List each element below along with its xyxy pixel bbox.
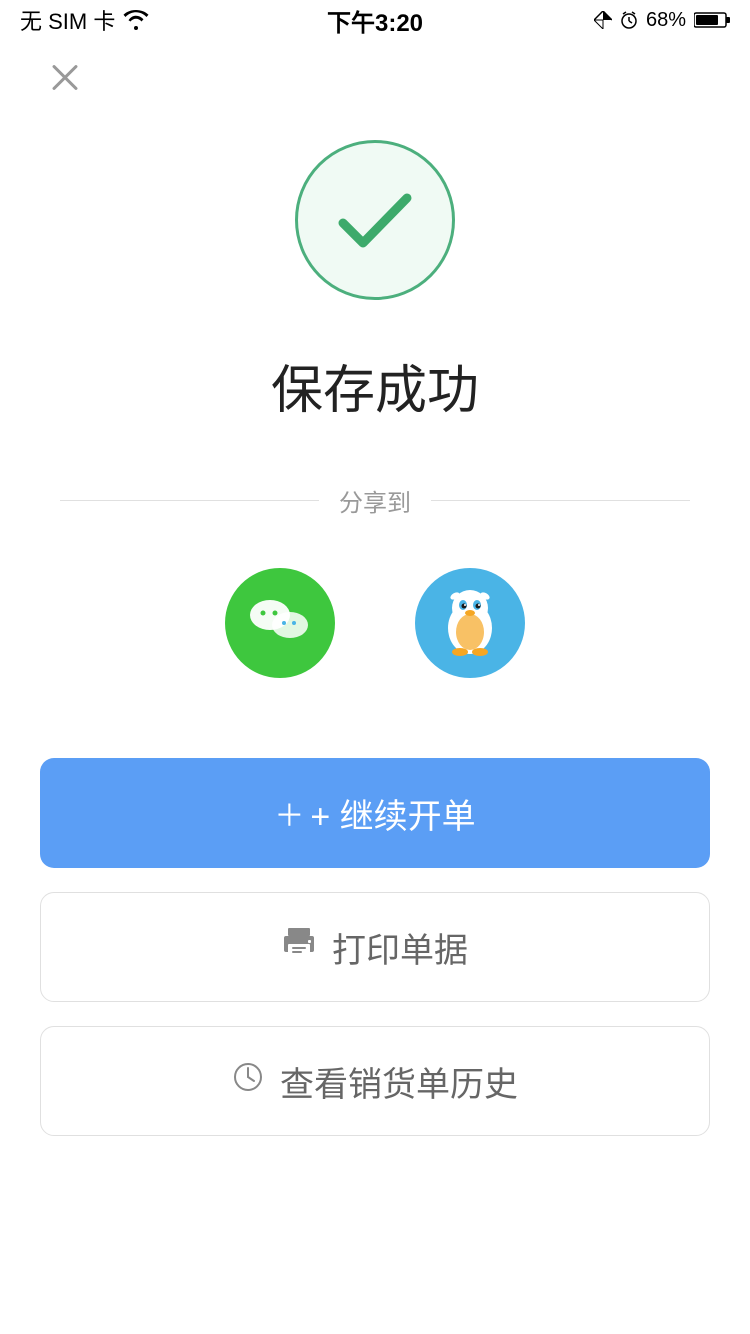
- wechat-share-button[interactable]: [225, 568, 335, 678]
- divider-line-right: [431, 500, 690, 501]
- print-label: 打印单据: [332, 923, 468, 972]
- history-button[interactable]: 查看销货单历史: [40, 1026, 710, 1136]
- status-left: 无 SIM 卡: [20, 4, 149, 36]
- success-circle: [295, 140, 455, 300]
- success-title: 保存成功: [271, 348, 479, 423]
- wechat-icon: [246, 593, 314, 653]
- action-area: ＋ + 继续开单 打印单据: [0, 758, 750, 1136]
- wifi-icon: [123, 10, 149, 30]
- alarm-icon: [620, 11, 638, 29]
- share-row: [225, 568, 525, 678]
- status-time: 下午3:20: [327, 3, 423, 38]
- share-divider: 分享到: [0, 483, 750, 518]
- continue-label: + 继续开单: [310, 789, 475, 838]
- status-bar: 无 SIM 卡 下午3:20 68%: [0, 0, 750, 40]
- divider-line-left: [60, 500, 319, 501]
- plus-icon: ＋: [274, 791, 304, 835]
- clock-icon: [232, 1061, 264, 1102]
- print-button[interactable]: 打印单据: [40, 892, 710, 1002]
- battery-label: 68%: [646, 9, 686, 32]
- close-button[interactable]: [40, 52, 90, 102]
- location-icon: [594, 11, 612, 29]
- share-label: 分享到: [319, 483, 431, 518]
- no-sim-label: 无 SIM 卡: [20, 4, 115, 36]
- qq-share-button[interactable]: [415, 568, 525, 678]
- continue-button[interactable]: ＋ + 继续开单: [40, 758, 710, 868]
- main-content: 保存成功 分享到: [0, 40, 750, 1136]
- checkmark-icon: [335, 188, 415, 253]
- qq-icon: [438, 586, 503, 661]
- battery-icon: [694, 11, 730, 29]
- printer-icon: [282, 928, 316, 966]
- status-right: 68%: [594, 9, 730, 32]
- history-label: 查看销货单历史: [280, 1057, 518, 1106]
